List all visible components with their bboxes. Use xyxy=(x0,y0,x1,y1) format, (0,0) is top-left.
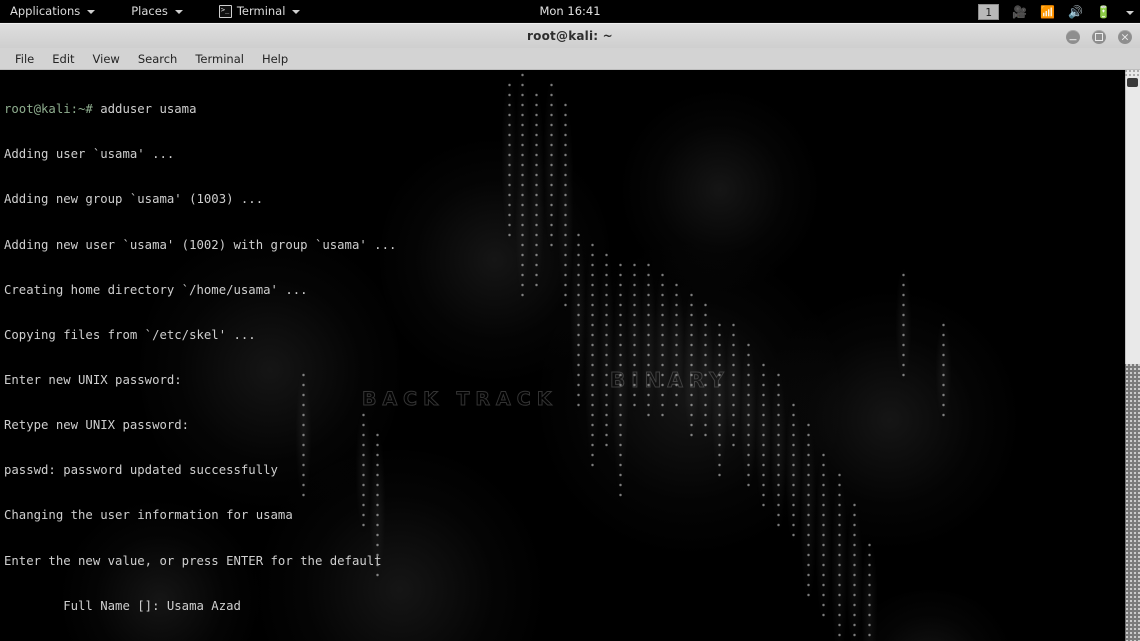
terminal-window-menu[interactable]: Terminal xyxy=(210,0,310,23)
terminal-window-menu-label: Terminal xyxy=(237,4,286,18)
wifi-icon[interactable]: 📶 xyxy=(1040,6,1055,18)
terminal-line: Retype new UNIX password: xyxy=(4,418,396,433)
terminal-scrollbar[interactable] xyxy=(1125,70,1140,641)
screen-recorder-icon[interactable]: 🎥 xyxy=(1012,6,1027,18)
chevron-down-icon xyxy=(175,10,183,14)
window-controls xyxy=(1066,24,1132,49)
menu-file[interactable]: File xyxy=(7,50,42,68)
terminal-line: Adding new user `usama' (1002) with grou… xyxy=(4,238,396,253)
applications-menu-label: Applications xyxy=(10,4,80,18)
terminal-line: Full Name []: Usama Azad xyxy=(4,599,396,614)
chevron-down-icon xyxy=(292,10,300,14)
system-menu-caret-icon[interactable] xyxy=(1126,11,1134,15)
menu-bar: File Edit View Search Terminal Help xyxy=(0,48,1140,70)
terminal-line: Copying files from `/etc/skel' ... xyxy=(4,328,396,343)
terminal-line-command: root@kali:~# adduser usama xyxy=(4,102,396,117)
terminal-line: Enter new UNIX password: xyxy=(4,373,396,388)
terminal-line: Adding new group `usama' (1003) ... xyxy=(4,192,396,207)
places-menu[interactable]: Places xyxy=(122,0,192,23)
panel-status-area: 1 🎥 📶 🔊 🔋 xyxy=(978,0,1134,23)
workspace-indicator[interactable]: 1 xyxy=(978,4,999,20)
terminal-line: Enter the new value, or press ENTER for … xyxy=(4,554,396,569)
battery-icon[interactable]: 🔋 xyxy=(1096,6,1111,18)
menu-help[interactable]: Help xyxy=(254,50,296,68)
maximize-button[interactable] xyxy=(1092,30,1106,44)
terminal-window: root@kali: ~ File Edit View Search Termi… xyxy=(0,23,1140,641)
volume-icon[interactable]: 🔊 xyxy=(1068,6,1083,18)
menu-edit[interactable]: Edit xyxy=(44,50,82,68)
menu-view[interactable]: View xyxy=(85,50,128,68)
terminal-line: passwd: password updated successfully xyxy=(4,463,396,478)
menu-terminal[interactable]: Terminal xyxy=(187,50,252,68)
desktop-screen: Applications Places Terminal Mon 16:41 1… xyxy=(0,0,1140,641)
terminal-line: Creating home directory `/home/usama' ..… xyxy=(4,283,396,298)
shell-prompt: root@kali:~# xyxy=(4,102,93,116)
applications-menu[interactable]: Applications xyxy=(0,0,104,23)
terminal-line: Adding user `usama' ... xyxy=(4,147,396,162)
scrollbar-track-upper[interactable] xyxy=(1125,70,1140,364)
terminal-output[interactable]: root@kali:~# adduser usama Adding user `… xyxy=(4,72,396,641)
close-button[interactable] xyxy=(1118,30,1132,44)
terminal-icon xyxy=(219,5,232,18)
terminal-content-area[interactable]: BACK TRACK BINARY root@kali:~# adduser u… xyxy=(0,70,1140,641)
scrollbar-thumb[interactable] xyxy=(1127,78,1138,87)
menu-search[interactable]: Search xyxy=(130,50,186,68)
gnome-top-panel: Applications Places Terminal Mon 16:41 1… xyxy=(0,0,1140,23)
places-menu-label: Places xyxy=(131,4,168,18)
window-titlebar[interactable]: root@kali: ~ xyxy=(0,23,1140,48)
wallpaper-text-binary: BINARY xyxy=(610,368,730,392)
window-title: root@kali: ~ xyxy=(527,29,613,43)
chevron-down-icon xyxy=(87,10,95,14)
shell-command: adduser usama xyxy=(93,102,197,116)
minimize-button[interactable] xyxy=(1066,30,1080,44)
scrollbar-texture xyxy=(1125,70,1140,78)
terminal-line: Changing the user information for usama xyxy=(4,508,396,523)
scrollbar-track-lower[interactable] xyxy=(1125,364,1140,641)
